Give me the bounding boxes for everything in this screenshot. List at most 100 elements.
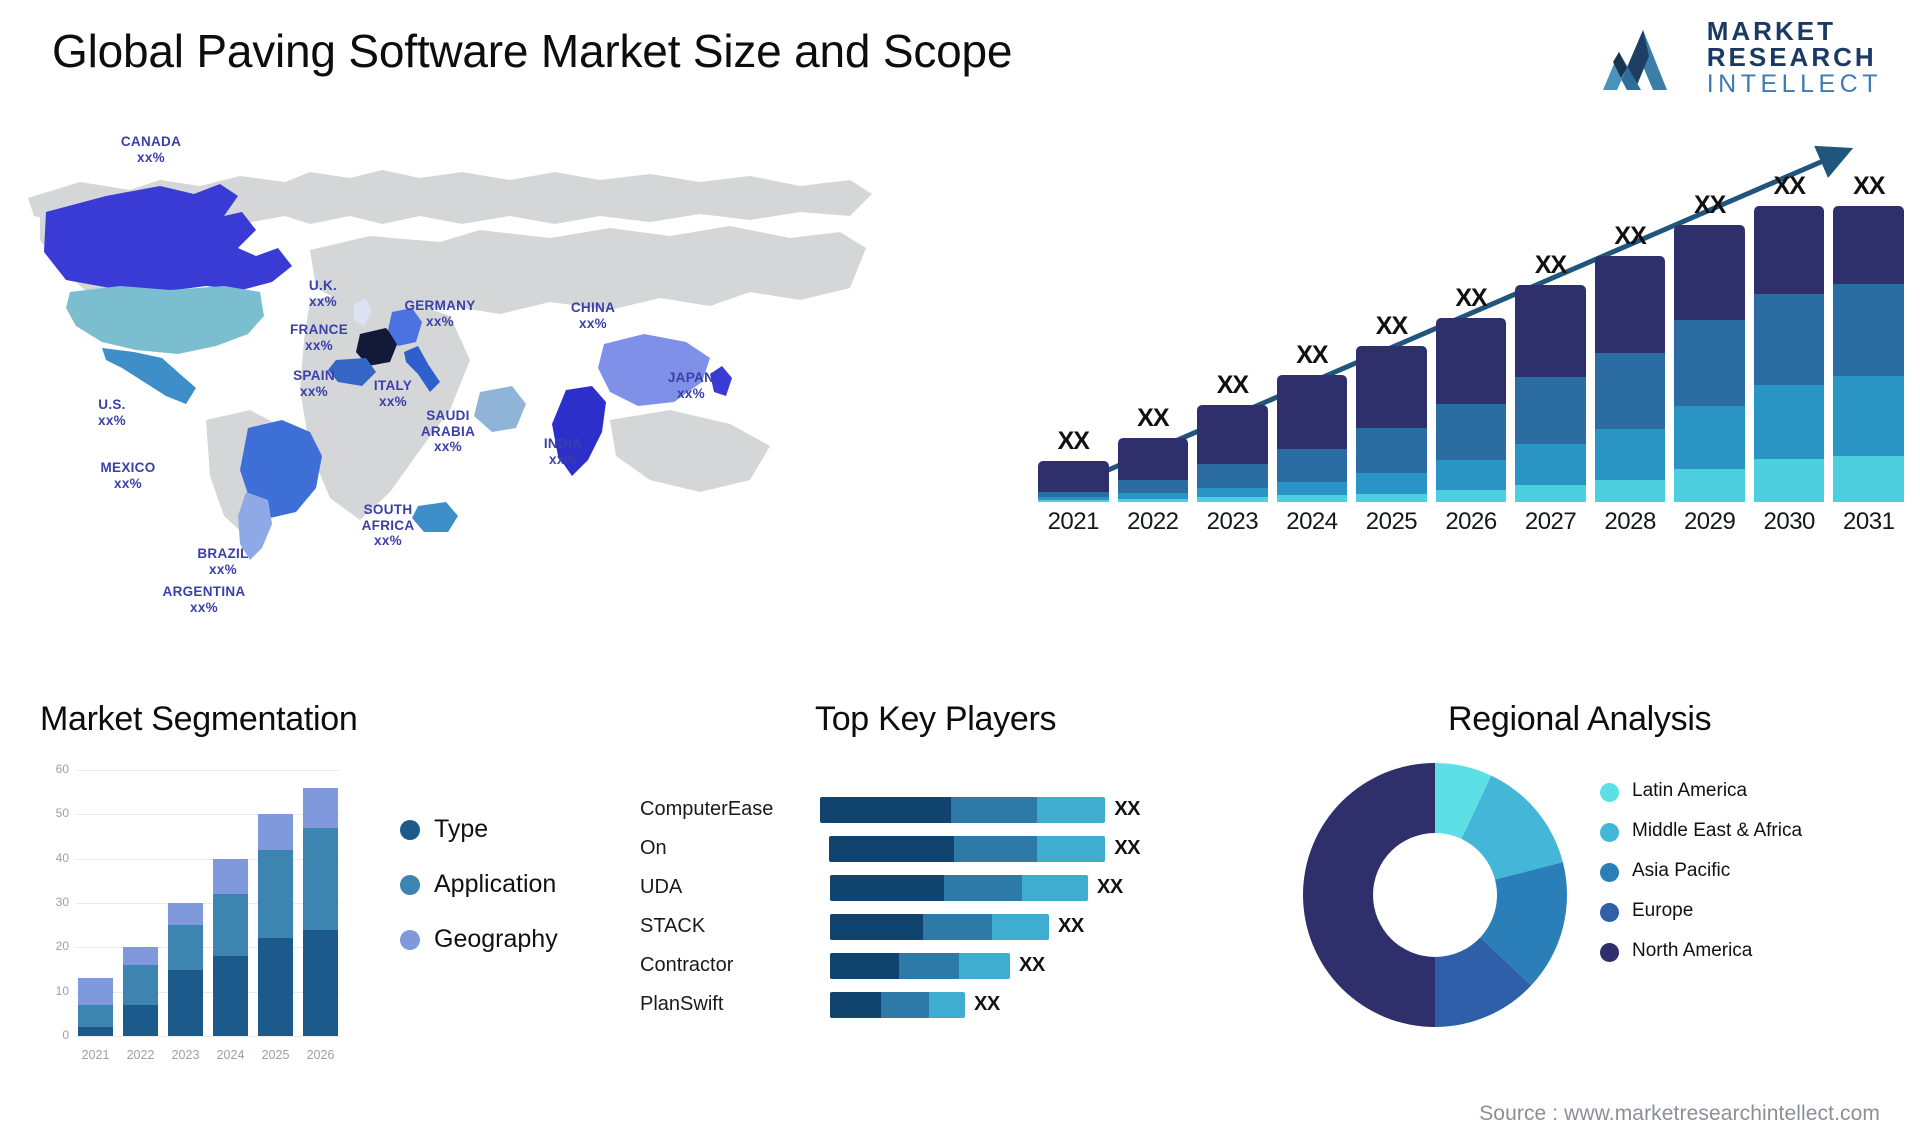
regional-legend-label: Middle East & Africa: [1632, 820, 1803, 841]
growth-year-label: 2022: [1127, 508, 1179, 535]
top-key-players-title: Top Key Players: [815, 700, 1057, 738]
player-bar-segment: [953, 835, 1037, 862]
growth-bar-segment: [1356, 493, 1427, 502]
map-label-name: ITALY: [373, 378, 413, 393]
segmentation-y-tick-label: 60: [55, 762, 69, 776]
player-name: Contractor: [640, 954, 734, 976]
growth-bar-value-label: XX: [1773, 172, 1806, 200]
map-label-argentina: ARGENTINA xx%: [144, 584, 264, 615]
growth-bar-segment: [1435, 317, 1507, 404]
segmentation-legend: Type Application Geography: [400, 815, 558, 954]
player-bar: [830, 952, 1010, 979]
map-label-mexico: MEXICO xx%: [78, 460, 178, 491]
map-label-us: U.S. xx%: [72, 397, 152, 428]
growth-bar-segment: [1117, 498, 1189, 502]
map-label-value: xx%: [209, 561, 237, 577]
growth-bar: [1515, 284, 1586, 502]
growth-bar-value-label: XX: [1296, 340, 1328, 369]
player-bar-segment: [944, 874, 1022, 901]
segmentation-bar-segment: [123, 947, 158, 966]
segmentation-legend-label: Geography: [434, 925, 558, 953]
map-label-value: xx%: [98, 412, 126, 428]
segmentation-y-tick-label: 10: [55, 983, 69, 998]
segmentation-bar-segment: [303, 787, 338, 828]
regional-legend-label: Latin America: [1632, 780, 1748, 801]
segmentation-bar-segment: [213, 956, 248, 1036]
map-label-value: xx%: [379, 393, 407, 409]
map-label-value: xx%: [434, 439, 462, 455]
map-label-name: CHINA: [570, 300, 616, 315]
growth-bar-segment: [1038, 499, 1109, 502]
map-label-name: JAPAN: [667, 370, 715, 385]
segmentation-bar-column: [168, 770, 203, 1036]
player-bar: [830, 874, 1088, 901]
growth-bar-column: XX: [1038, 172, 1109, 502]
map-label-saudi-arabia: SAUDI ARABIA xx%: [408, 408, 488, 455]
segmentation-bar-segment: [78, 1004, 113, 1028]
map-label-name: FRANCE: [289, 322, 349, 337]
player-row: STACK XX: [640, 907, 1140, 946]
growth-bar-segment: [1276, 494, 1348, 502]
segmentation-bar-column: [303, 770, 338, 1037]
player-value-label: XX: [1114, 837, 1140, 859]
growth-bar: [1435, 317, 1507, 502]
growth-year-label: 2021: [1047, 508, 1100, 535]
map-label-name: SAUDI ARABIA: [420, 408, 476, 439]
legend-dot-icon: [1600, 903, 1619, 922]
regional-legend-item: Asia Pacific: [1600, 860, 1802, 882]
player-value-label: XX: [1114, 798, 1140, 820]
growth-year-label: 2031: [1843, 508, 1895, 535]
growth-bar-segment: [1356, 346, 1427, 429]
growth-year-label: 2026: [1445, 508, 1497, 535]
growth-bar-column: XX: [1833, 172, 1905, 502]
segmentation-bar-segment: [78, 1027, 113, 1036]
player-row: UDA XX: [640, 868, 1140, 907]
growth-bar-value-label: XX: [1375, 312, 1408, 341]
map-label-italy: ITALY xx%: [358, 378, 428, 409]
player-name: ComputerEase: [640, 798, 774, 820]
map-label-france: FRANCE xx%: [274, 322, 364, 353]
growth-bar-segment: [1435, 459, 1507, 490]
segmentation-y-tick-label: 40: [55, 850, 69, 865]
growth-bar-segment: [1674, 405, 1745, 470]
growth-bar-segment: [1515, 376, 1586, 444]
growth-bar-column: XX: [1594, 172, 1666, 502]
logo-line-research: RESEARCH: [1706, 42, 1877, 72]
segmentation-x-label: 2023: [171, 1048, 200, 1062]
growth-bar: [1674, 225, 1745, 502]
growth-bar-column: XX: [1435, 172, 1507, 502]
map-label-brazil: BRAZIL xx%: [178, 546, 268, 577]
player-bar-segment: [1036, 796, 1106, 823]
growth-bar-value-label: XX: [1216, 370, 1249, 399]
player-bar-segment: [923, 913, 992, 940]
player-row: On XX: [640, 829, 1140, 868]
regional-legend-label: Europe: [1632, 900, 1694, 921]
growth-bar-segment: [1674, 469, 1745, 502]
legend-dot-icon: [1600, 863, 1619, 882]
growth-bar-column: XX: [1753, 172, 1825, 502]
map-label-name: U.K.: [308, 278, 338, 293]
segmentation-legend-label: Application: [434, 870, 557, 898]
growth-bar-segment: [1435, 489, 1507, 502]
growth-bar-segment: [1038, 461, 1109, 492]
segmentation-bar-segment: [258, 938, 293, 1036]
map-label-value: xx%: [190, 599, 218, 615]
growth-bar: [1197, 404, 1268, 502]
growth-bar-value-label: XX: [1853, 172, 1885, 200]
growth-bar-column: XX: [1117, 172, 1189, 502]
player-value-label: XX: [1058, 915, 1084, 937]
segmentation-bar-segment: [168, 925, 203, 970]
player-bar-segment: [959, 952, 1010, 979]
logo-line-intellect: INTELLECT: [1706, 70, 1882, 98]
growth-bar-segment: [1435, 403, 1507, 460]
growth-bar-segment: [1276, 481, 1348, 495]
brand-logo: MARKET RESEARCH INTELLECT: [1597, 18, 1882, 97]
map-label-china: CHINA xx%: [558, 300, 628, 331]
regional-legend-item: North America: [1600, 940, 1802, 962]
map-label-south-africa: SOUTH AFRICA xx%: [348, 502, 428, 549]
map-label-value: xx%: [579, 315, 607, 331]
growth-bar: [1753, 206, 1825, 502]
player-value-label: XX: [974, 993, 1000, 1015]
player-name: PlanSwift: [640, 993, 724, 1015]
player-bar-segment: [951, 796, 1037, 823]
